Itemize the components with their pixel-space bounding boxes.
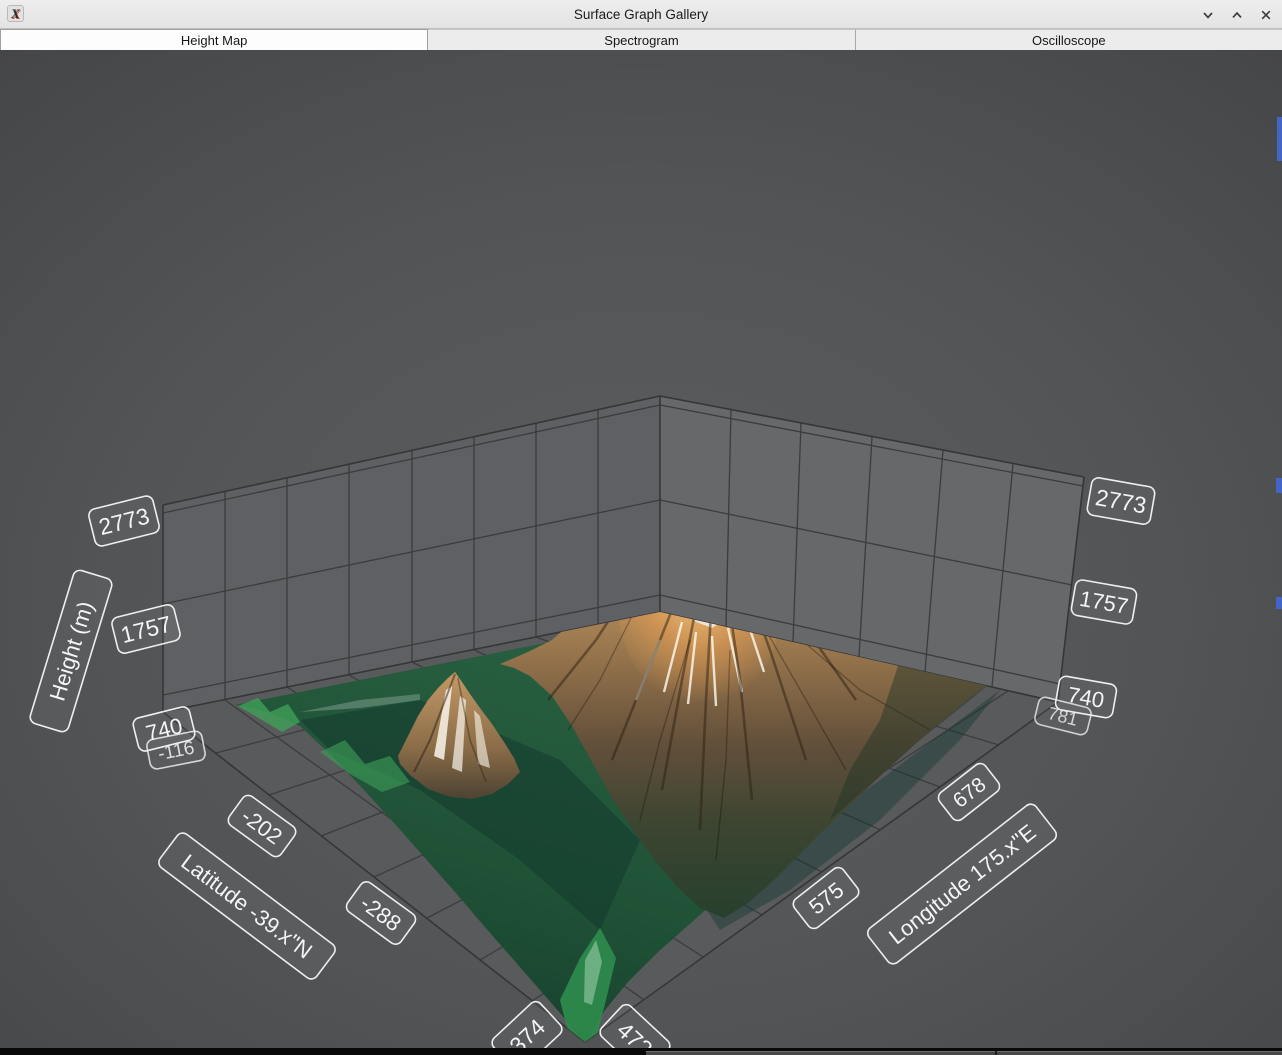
surface-3d-view[interactable]: 27731757-116740Height (m)-202-288Latitud… bbox=[0, 50, 1282, 1048]
window-title: Surface Graph Gallery bbox=[0, 0, 1282, 29]
window-controls bbox=[1200, 0, 1274, 29]
maximize-button[interactable] bbox=[1229, 7, 1245, 23]
desktop-edge-accent bbox=[1276, 478, 1282, 493]
chevron-up-icon bbox=[1230, 8, 1244, 22]
taskbar-divider bbox=[995, 1051, 997, 1055]
tab-oscilloscope[interactable]: Oscilloscope bbox=[856, 29, 1282, 51]
chevron-down-icon bbox=[1201, 8, 1215, 22]
title-bar[interactable]: X Surface Graph Gallery bbox=[0, 0, 1282, 29]
minimize-button[interactable] bbox=[1200, 7, 1216, 23]
tab-bar: Height Map Spectrogram Oscilloscope bbox=[0, 29, 1282, 51]
close-icon bbox=[1259, 8, 1273, 22]
desktop-edge-accent bbox=[1277, 117, 1282, 161]
taskbar-edge bbox=[646, 1051, 1282, 1055]
tab-spectrogram[interactable]: Spectrogram bbox=[428, 29, 855, 51]
close-button[interactable] bbox=[1258, 7, 1274, 23]
app-window: X Surface Graph Gallery Height Map Spec bbox=[0, 0, 1282, 1055]
bottom-panel-strip bbox=[0, 1048, 1282, 1055]
desktop-edge-accent bbox=[1276, 597, 1282, 609]
tab-height-map[interactable]: Height Map bbox=[0, 29, 428, 51]
